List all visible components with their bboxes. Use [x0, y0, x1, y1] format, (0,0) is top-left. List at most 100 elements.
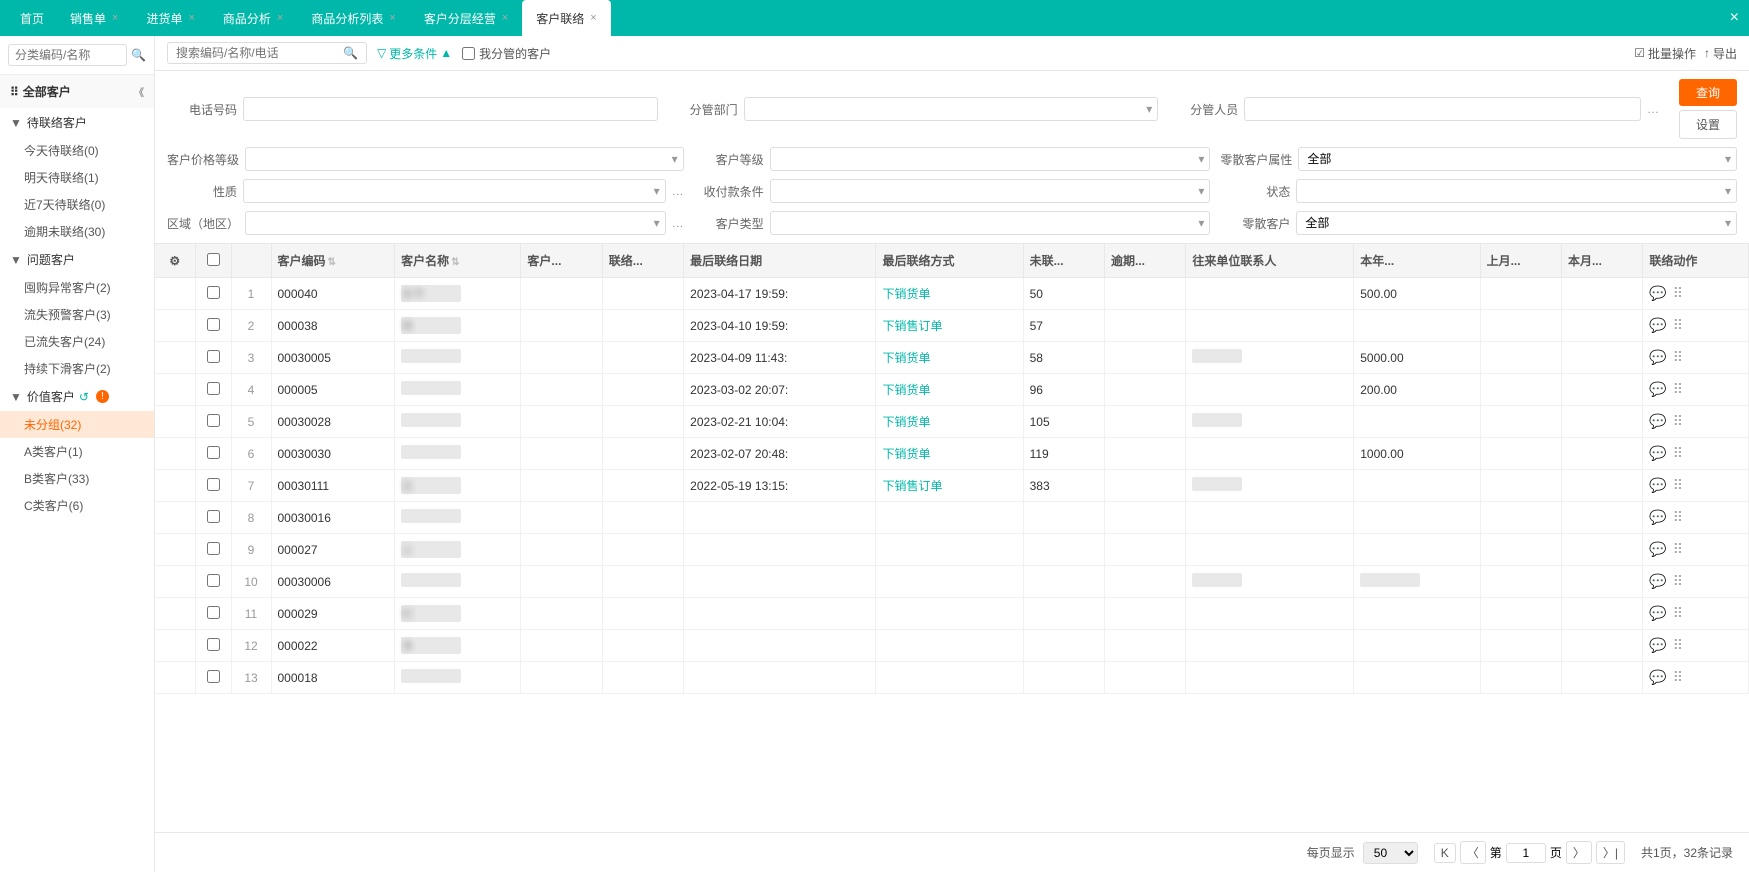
contact-method-link[interactable]: 下销售订单	[882, 319, 942, 333]
reset-button[interactable]: 设置	[1679, 110, 1737, 139]
sidebar-search-icon[interactable]: 🔍	[131, 48, 146, 62]
row-checkbox[interactable]	[207, 574, 220, 587]
row-last-contact-method-cell[interactable]: 下销货单	[876, 342, 1023, 374]
more-action-icon[interactable]: ⠿	[1673, 605, 1683, 622]
row-checkbox[interactable]	[207, 478, 220, 491]
row-last-contact-method-cell[interactable]	[876, 662, 1023, 694]
sidebar-item-class-c[interactable]: C类客户(6)	[0, 492, 154, 519]
nav-tab-sales[interactable]: 销售单 ×	[56, 0, 132, 36]
last-month-header[interactable]: 上月...	[1480, 244, 1561, 278]
retail-customer-select[interactable]: 全部	[1296, 211, 1737, 235]
region-more-icon[interactable]: …	[672, 216, 684, 230]
row-last-contact-method-cell[interactable]: 下销售订单	[876, 310, 1023, 342]
sidebar-item-tomorrow[interactable]: 明天待联络(1)	[0, 164, 154, 191]
nav-tab-analysis-list[interactable]: 商品分析列表 ×	[297, 0, 409, 36]
this-year-header[interactable]: 本年...	[1354, 244, 1480, 278]
customer-type-select[interactable]	[770, 211, 1211, 235]
next-page-btn[interactable]: 〉	[1566, 841, 1592, 864]
page-size-select[interactable]: 50 100 200	[1363, 842, 1418, 864]
chat-icon[interactable]: 💬	[1649, 381, 1666, 398]
contact-header[interactable]: 联络...	[602, 244, 683, 278]
row-last-contact-method-cell[interactable]: 下销售订单	[876, 470, 1023, 502]
nav-tab-purchase[interactable]: 进货单 ×	[132, 0, 208, 36]
phone-input[interactable]	[243, 97, 658, 121]
more-action-icon[interactable]: ⠿	[1673, 413, 1683, 430]
row-last-contact-method-cell[interactable]	[876, 566, 1023, 598]
dept-select[interactable]	[744, 97, 1159, 121]
contact-method-link[interactable]: 下销货单	[882, 447, 930, 461]
main-search-input[interactable]	[176, 46, 343, 60]
row-last-contact-method-cell[interactable]	[876, 502, 1023, 534]
row-last-contact-method-cell[interactable]: 下销货单	[876, 406, 1023, 438]
row-check-cell[interactable]	[195, 342, 231, 374]
sidebar-item-declining[interactable]: 持续下滑客户(2)	[0, 355, 154, 382]
more-action-icon[interactable]: ⠿	[1673, 477, 1683, 494]
row-check-cell[interactable]	[195, 662, 231, 694]
last-contact-date-header[interactable]: 最后联络日期	[684, 244, 876, 278]
more-action-icon[interactable]: ⠿	[1673, 509, 1683, 526]
more-action-icon[interactable]: ⠿	[1673, 317, 1683, 334]
main-search-icon[interactable]: 🔍	[343, 46, 358, 60]
group-problem-customers[interactable]: ▼ 问题客户	[0, 245, 154, 274]
sidebar-item-ungroup[interactable]: 未分组(32)	[0, 411, 154, 438]
group-pending-contact[interactable]: ▼ 待联络客户	[0, 108, 154, 137]
row-checkbox[interactable]	[207, 318, 220, 331]
close-sales-icon[interactable]: ×	[112, 12, 118, 24]
chat-icon[interactable]: 💬	[1649, 413, 1666, 430]
row-checkbox[interactable]	[207, 670, 220, 683]
sidebar-item-overdue[interactable]: 逾期未联络(30)	[0, 218, 154, 245]
not-contacted-header[interactable]: 未联...	[1023, 244, 1104, 278]
row-last-contact-method-cell[interactable]: 下销货单	[876, 374, 1023, 406]
more-action-icon[interactable]: ⠿	[1673, 637, 1683, 654]
chat-icon[interactable]: 💬	[1649, 605, 1666, 622]
type-header[interactable]: 客户...	[521, 244, 602, 278]
row-last-contact-method-cell[interactable]	[876, 534, 1023, 566]
my-customers-check[interactable]	[462, 47, 475, 60]
refresh-icon[interactable]: ↺	[79, 390, 89, 404]
query-button[interactable]: 查询	[1679, 79, 1737, 106]
batch-ops-btn[interactable]: ☑ 批量操作	[1634, 45, 1696, 62]
row-check-cell[interactable]	[195, 374, 231, 406]
sidebar-item-churned[interactable]: 已流失客户(24)	[0, 328, 154, 355]
chat-icon[interactable]: 💬	[1649, 285, 1666, 302]
chat-icon[interactable]: 💬	[1649, 317, 1666, 334]
group-value-customers[interactable]: ▼ 价值客户 ↺ !	[0, 382, 154, 411]
sidebar-item-hoarding-anomaly[interactable]: 囤购异常客户(2)	[0, 274, 154, 301]
row-check-cell[interactable]	[195, 502, 231, 534]
region-select[interactable]	[245, 211, 666, 235]
close-customer-segment-icon[interactable]: ×	[502, 12, 508, 24]
row-checkbox[interactable]	[207, 446, 220, 459]
chat-icon[interactable]: 💬	[1649, 637, 1666, 654]
row-check-cell[interactable]	[195, 566, 231, 598]
page-number-input[interactable]	[1506, 843, 1546, 863]
prev-page-btn[interactable]: 〈	[1460, 841, 1486, 864]
code-header[interactable]: 客户编码⇅	[271, 244, 395, 278]
more-action-icon[interactable]: ⠿	[1673, 285, 1683, 302]
chat-icon[interactable]: 💬	[1649, 349, 1666, 366]
row-checkbox[interactable]	[207, 638, 220, 651]
customer-level-select[interactable]	[770, 147, 1211, 171]
nav-tab-customer-segment[interactable]: 客户分层经营 ×	[410, 0, 522, 36]
row-check-cell[interactable]	[195, 406, 231, 438]
more-action-icon[interactable]: ⠿	[1673, 573, 1683, 590]
row-check-cell[interactable]	[195, 630, 231, 662]
row-checkbox[interactable]	[207, 414, 220, 427]
retail-attr-select[interactable]: 全部	[1298, 147, 1737, 171]
row-last-contact-method-cell[interactable]	[876, 630, 1023, 662]
more-action-icon[interactable]: ⠿	[1673, 445, 1683, 462]
sidebar-item-7days[interactable]: 近7天待联络(0)	[0, 191, 154, 218]
nav-tab-analysis[interactable]: 商品分析 ×	[209, 0, 297, 36]
more-action-icon[interactable]: ⠿	[1673, 381, 1683, 398]
sidebar-item-churn-warning[interactable]: 流失预警客户(3)	[0, 301, 154, 328]
price-level-select[interactable]	[245, 147, 684, 171]
close-purchase-icon[interactable]: ×	[188, 12, 194, 24]
select-all-header[interactable]	[195, 244, 231, 278]
contact-method-link[interactable]: 下销货单	[882, 351, 930, 365]
chat-icon[interactable]: 💬	[1649, 445, 1666, 462]
settings-col-header[interactable]: ⚙	[155, 244, 195, 278]
unit-contact-header[interactable]: 往来单位联系人	[1186, 244, 1354, 278]
manager-input[interactable]	[1244, 97, 1641, 121]
close-analysis-icon[interactable]: ×	[277, 12, 283, 24]
more-action-icon[interactable]: ⠿	[1673, 669, 1683, 686]
sidebar-item-class-b[interactable]: B类客户(33)	[0, 465, 154, 492]
